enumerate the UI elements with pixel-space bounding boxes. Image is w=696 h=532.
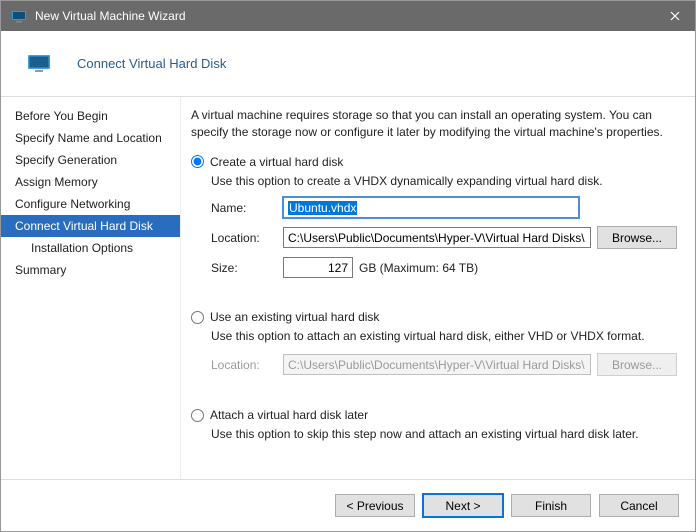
wizard-step[interactable]: Before You Begin [1,105,180,127]
name-input-value: Ubuntu.vhdx [288,201,357,215]
name-label: Name: [211,201,277,215]
wizard-header: Connect Virtual Hard Disk [1,31,695,97]
existing-location-label: Location: [211,358,277,372]
cancel-button[interactable]: Cancel [599,494,679,517]
location-label: Location: [211,231,277,245]
option-existing-desc: Use this option to attach an existing vi… [211,328,677,345]
option-existing-vhd: Use an existing virtual hard disk Use th… [191,310,677,376]
wizard-step[interactable]: Specify Generation [1,149,180,171]
existing-location-input [283,354,591,375]
name-input[interactable]: Ubuntu.vhdx [283,197,579,218]
radio-create-vhd[interactable] [191,155,204,168]
radio-existing-vhd[interactable] [191,311,204,324]
option-create-vhd: Create a virtual hard disk Use this opti… [191,155,677,279]
location-input[interactable] [283,227,591,248]
page-title: Connect Virtual Hard Disk [77,56,226,71]
next-button[interactable]: Next > [423,494,503,517]
wizard-step[interactable]: Summary [1,259,180,281]
size-label: Size: [211,261,277,275]
intro-text: A virtual machine requires storage so th… [191,107,677,141]
radio-later-label: Attach a virtual hard disk later [210,408,368,422]
wizard-step[interactable]: Assign Memory [1,171,180,193]
size-suffix: GB (Maximum: 64 TB) [359,261,478,275]
previous-button[interactable]: < Previous [335,494,415,517]
wizard-step[interactable]: Specify Name and Location [1,127,180,149]
option-attach-later: Attach a virtual hard disk later Use thi… [191,408,677,443]
close-button[interactable] [655,1,695,31]
existing-browse-button: Browse... [597,353,677,376]
app-icon [11,8,27,24]
browse-button[interactable]: Browse... [597,226,677,249]
finish-button[interactable]: Finish [511,494,591,517]
content-area: Before You BeginSpecify Name and Locatio… [1,97,695,479]
wizard-step[interactable]: Connect Virtual Hard Disk [1,215,180,237]
radio-existing-label: Use an existing virtual hard disk [210,310,379,324]
wizard-page: A virtual machine requires storage so th… [181,97,695,479]
wizard-steps-sidebar: Before You BeginSpecify Name and Locatio… [1,97,181,479]
wizard-step[interactable]: Installation Options [1,237,180,259]
size-input[interactable] [283,257,353,278]
option-later-desc: Use this option to skip this step now an… [211,426,677,443]
monitor-icon [27,55,51,73]
radio-create-label: Create a virtual hard disk [210,155,343,169]
wizard-footer: < Previous Next > Finish Cancel [1,479,695,531]
titlebar: New Virtual Machine Wizard [1,1,695,31]
option-create-desc: Use this option to create a VHDX dynamic… [211,173,677,190]
wizard-step[interactable]: Configure Networking [1,193,180,215]
radio-attach-later[interactable] [191,409,204,422]
window-title: New Virtual Machine Wizard [35,9,655,23]
